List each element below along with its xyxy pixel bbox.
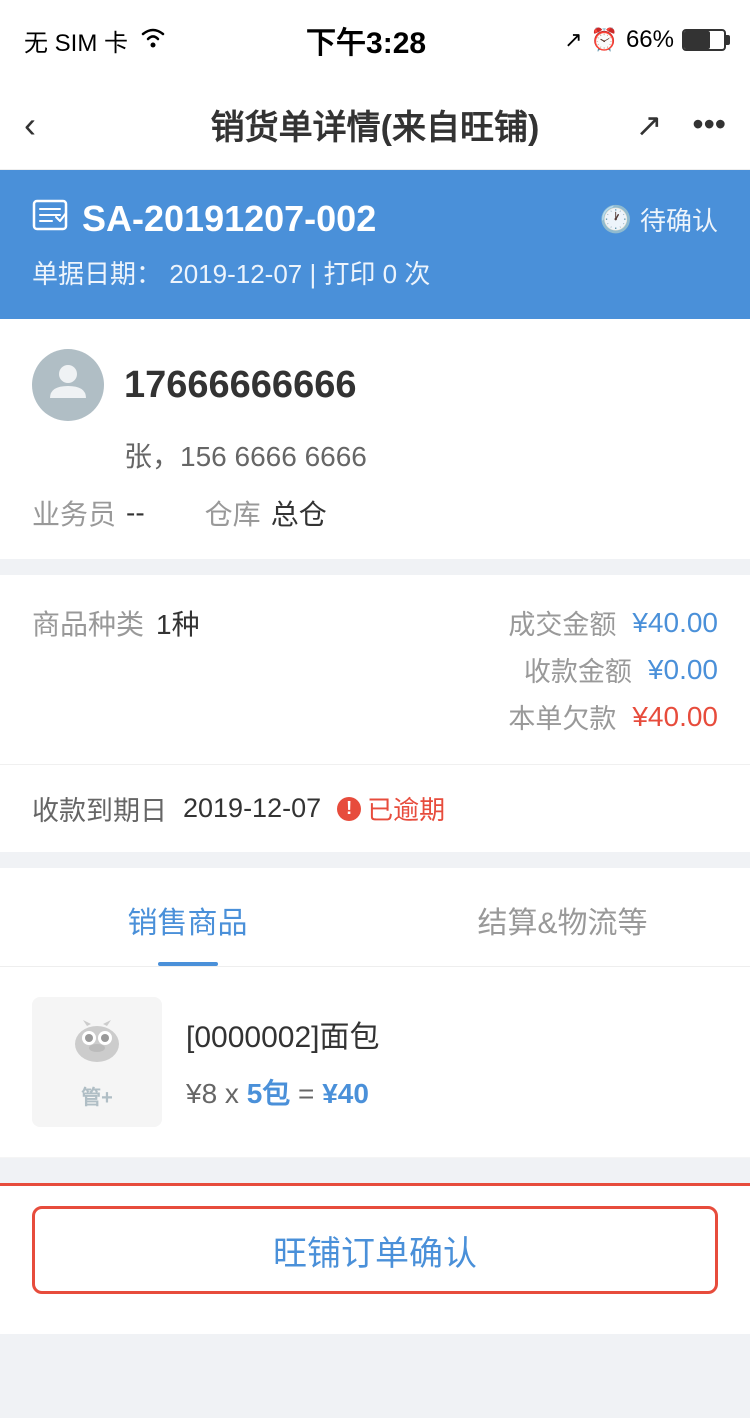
back-button[interactable]: ‹ [14,94,46,156]
nav-actions: ↗ ••• [636,106,726,144]
warehouse-meta: 仓库 总仓 [205,493,327,533]
order-header-card: SA-20191207-002 🕐 待确认 单据日期： 2019-12-07 |… [0,170,750,319]
amount-value-0: ¥40.00 [632,607,718,639]
product-section: 管+ [0000002]面包 ¥8 x 5包 = ¥40 [0,967,750,1158]
product-price: ¥8 x 5包 = ¥40 [186,1072,718,1112]
price-base: ¥8 x [186,1078,247,1109]
summary-row: 商品种类 1种 成交金额 ¥40.00 收款金额 ¥0.00 本单欠款 ¥40.… [32,603,718,736]
sales-meta: 业务员 -- [32,493,145,533]
order-status-text: 待确认 [640,201,718,238]
price-eq: = [290,1078,322,1109]
amount-label-0: 成交金额 [508,603,616,642]
brand-label: 管+ [81,1081,113,1110]
price-qty: 5包 [247,1078,291,1109]
tab-sales-label: 销售商品 [128,907,248,940]
date-label: 单据日期： [32,259,162,289]
product-info: [0000002]面包 ¥8 x 5包 = ¥40 [186,1012,718,1112]
tabs-row: 销售商品 结算&物流等 [0,868,750,967]
tabs-section: 销售商品 结算&物流等 [0,852,750,967]
kind-label: 商品种类 [32,603,144,643]
summary-right: 成交金额 ¥40.00 收款金额 ¥0.00 本单欠款 ¥40.00 [508,603,718,736]
order-id-row: SA-20191207-002 🕐 待确认 [32,198,718,240]
status-right: ↗ ⏰ 66% [564,26,726,54]
status-time: 下午3:28 [306,18,426,62]
battery-percent: 66% [626,26,674,54]
confirm-button[interactable]: 旺铺订单确认 [32,1206,718,1294]
order-id: SA-20191207-002 [32,198,376,240]
product-item: 管+ [0000002]面包 ¥8 x 5包 = ¥40 [0,967,750,1158]
amount-row-2: 本单欠款 ¥40.00 [508,697,718,736]
status-bar: 无 SIM 卡 下午3:28 ↗ ⏰ 66% [0,0,750,80]
customer-row: 17666666666 [32,349,718,421]
customer-name: 张，156 6666 6666 [32,435,718,475]
summary-section: 商品种类 1种 成交金额 ¥40.00 收款金额 ¥0.00 本单欠款 ¥40.… [0,575,750,764]
amount-label-2: 本单欠款 [508,697,616,736]
order-icon [32,198,68,240]
order-date-row: 单据日期： 2019-12-07 | 打印 0 次 [32,254,718,291]
customer-section: 17666666666 张，156 6666 6666 业务员 -- 仓库 总仓 [0,319,750,559]
alarm-icon: ⏰ [591,27,618,53]
nav-bar: ‹ 销货单详情(来自旺铺) ↗ ••• [0,80,750,170]
sales-value: -- [126,497,145,529]
amount-row-0: 成交金额 ¥40.00 [508,603,718,642]
amount-value-2: ¥40.00 [632,701,718,733]
wifi-icon [138,26,168,55]
due-date: 2019-12-07 [183,793,321,824]
location-icon: ↗ [564,27,582,53]
battery-icon [682,29,726,51]
customer-phone: 17666666666 [124,364,356,407]
divider-1 [0,559,750,575]
page-title: 销货单详情(来自旺铺) [211,100,540,149]
sales-label: 业务员 [32,493,116,533]
warehouse-label: 仓库 [205,493,261,533]
overdue-text: 已逾期 [367,790,445,827]
status-carrier: 无 SIM 卡 [24,23,168,58]
price-total: ¥40 [322,1078,369,1109]
product-image: 管+ [32,997,162,1127]
order-date: 2019-12-07 [169,259,302,289]
customer-meta: 业务员 -- 仓库 总仓 [32,493,718,533]
avatar [32,349,104,421]
tab-sales[interactable]: 销售商品 [0,868,375,966]
product-placeholder: 管+ [67,1014,127,1110]
summary-left: 商品种类 1种 [32,603,200,643]
overdue-badge: ! 已逾期 [337,790,445,827]
tab-settlement-label: 结算&物流等 [477,907,647,940]
bottom-bar: 旺铺订单确认 [0,1183,750,1334]
warehouse-value: 总仓 [271,493,327,533]
avatar-icon [46,358,90,413]
overdue-dot-icon: ! [337,797,361,821]
due-section: 收款到期日 2019-12-07 ! 已逾期 [0,764,750,852]
owl-icon [67,1014,127,1075]
tab-settlement[interactable]: 结算&物流等 [375,868,750,966]
amount-value-1: ¥0.00 [648,654,718,686]
share-icon[interactable]: ↗ [636,106,663,144]
amount-row-1: 收款金额 ¥0.00 [524,650,718,689]
print-info: | 打印 0 次 [309,259,430,289]
product-name: [0000002]面包 [186,1012,718,1056]
carrier-text: 无 SIM 卡 [24,23,128,58]
status-clock-icon: 🕐 [600,204,632,235]
amount-label-1: 收款金额 [524,650,632,689]
kind-value: 1种 [156,603,200,643]
order-number: SA-20191207-002 [82,198,376,240]
more-icon[interactable]: ••• [692,106,726,143]
order-status: 🕐 待确认 [600,201,718,238]
due-label: 收款到期日 [32,789,167,828]
